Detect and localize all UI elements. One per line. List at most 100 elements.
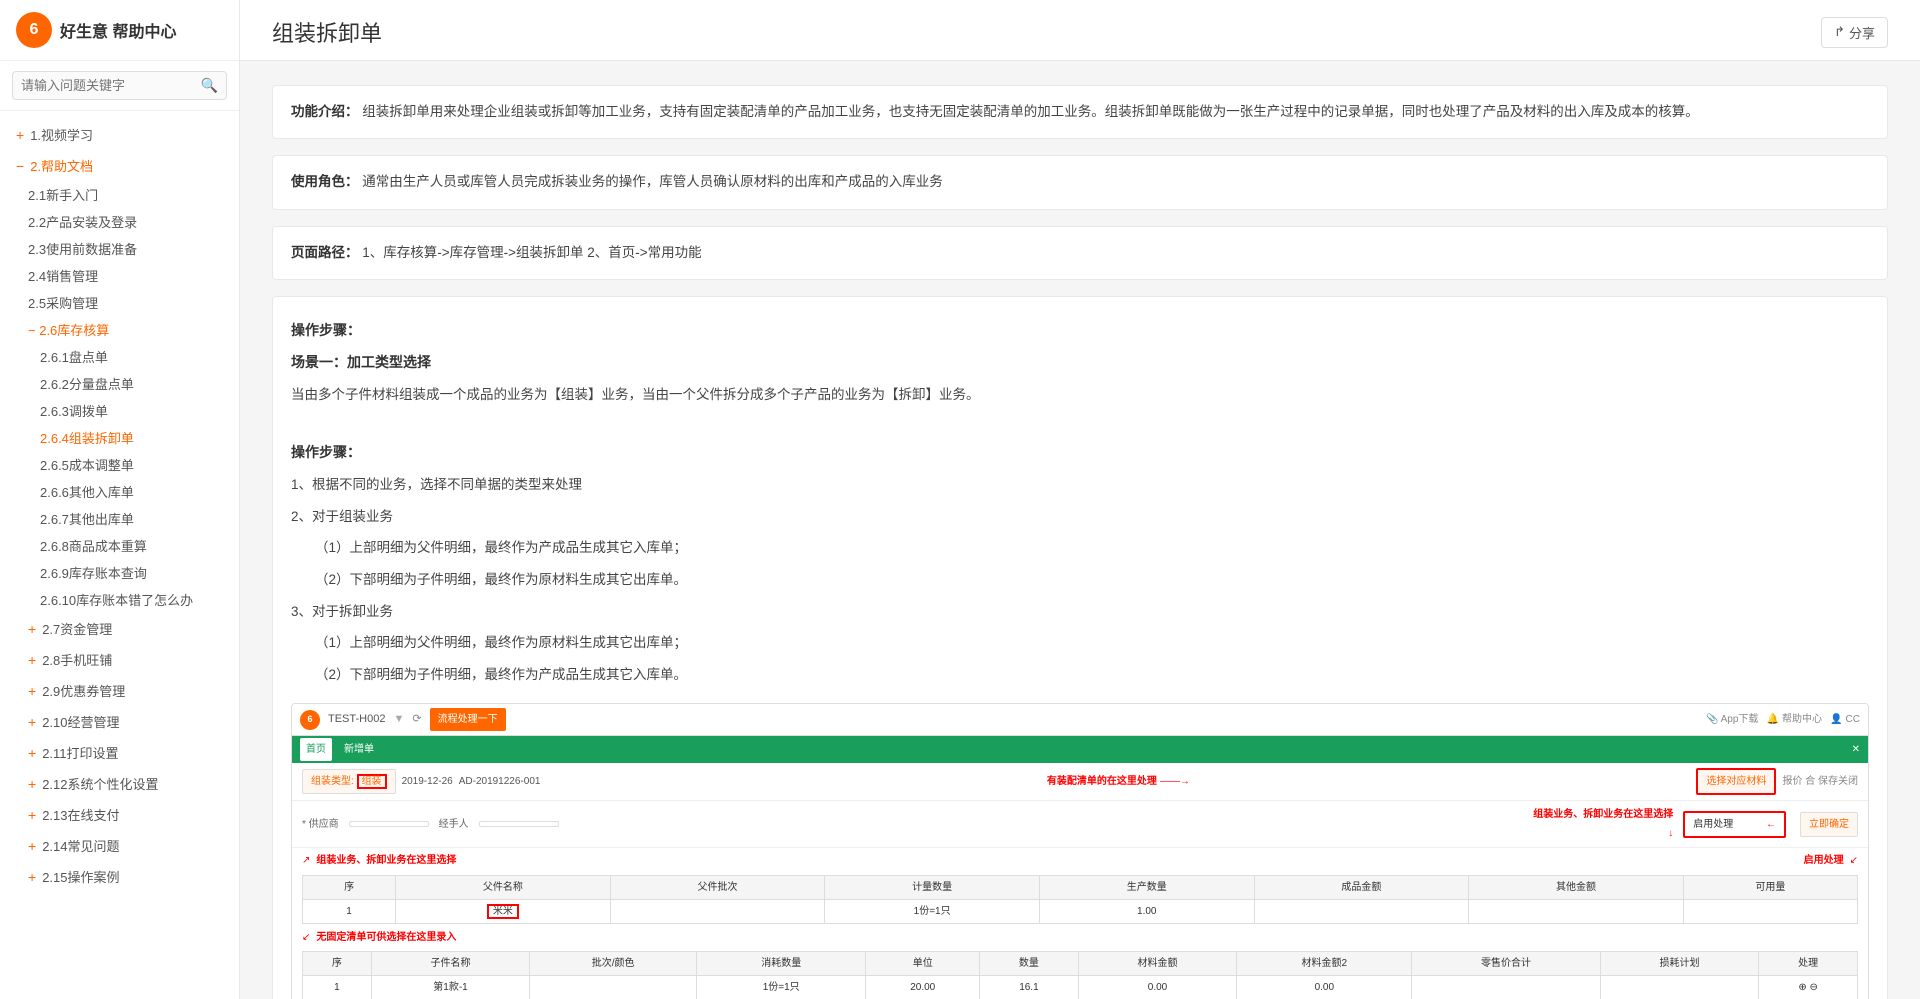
sim-confirm-btn[interactable]: 立即确定 [1800, 812, 1858, 837]
sidebar-item-22[interactable]: 2.2产品安装及登录 [0, 208, 239, 235]
sidebar-item-21[interactable]: 2.1新手入门 [0, 181, 239, 208]
sim-nav-home[interactable]: 首页 [300, 738, 332, 761]
sim-type-value: 组装 [357, 774, 387, 789]
role-block: 使用角色： 通常由生产人员或库管人员完成拆装业务的操作，库管人员确认原材料的出库… [272, 155, 1888, 209]
td-other-amt [1469, 900, 1684, 924]
sim-annotation1: 有装配清单的在这里处理 [1047, 776, 1157, 787]
path-label: 页面路径： [291, 245, 359, 260]
sidebar-item-2610[interactable]: 2.6.10库存账本错了怎么办 [0, 586, 239, 613]
sidebar-item-214[interactable]: + 2.14常见问题 [0, 830, 239, 861]
sim-top-bar: 6 TEST-H002 ▼ ⟳ 流程处理一下 📎 App下载 🔔 帮助中心 👤 … [292, 704, 1868, 736]
sidebar-item-210[interactable]: + 2.10经营管理 [0, 706, 239, 737]
sidebar-item-26[interactable]: − 2.6库存核算 [0, 316, 239, 343]
sim-supplier-input[interactable] [349, 821, 429, 827]
plus-icon-29: + [28, 683, 36, 699]
sim-upper-table-wrap: 序 父件名称 父件批次 计量数量 生产数量 成品金额 其他金额 可用量 [292, 873, 1868, 926]
sidebar-item-264[interactable]: 2.6.4组装拆卸单 [0, 424, 239, 451]
down-arrow-icon2: ↙ [302, 928, 310, 947]
sim-toolbar1: 组装类型: 组装 2019-12-26 AD-20191226-001 有装配清… [292, 763, 1868, 801]
lth-batch: 批次/颜色 [530, 952, 697, 976]
sidebar-item-23[interactable]: 2.3使用前数据准备 [0, 235, 239, 262]
lth-unit: 单位 [866, 952, 980, 976]
sim-annot2-wrap: 组装业务、拆卸业务在这里选择 ↓ [1533, 805, 1673, 843]
sidebar-item-262[interactable]: 2.6.2分量盘点单 [0, 370, 239, 397]
sim-date: 2019-12-26 [402, 772, 453, 791]
sim-nav-close[interactable]: ✕ [1852, 740, 1860, 759]
sim-annot4-text: 无固定清单可供选择在这里录入 [316, 928, 456, 947]
lth-child-name: 子件名称 [371, 952, 529, 976]
path-text: 1、库存核算->库存管理->组装拆卸单 2、首页->常用功能 [362, 245, 701, 260]
td-avail [1683, 900, 1857, 924]
sim-topright: 📎 App下载 🔔 帮助中心 👤 CC [1706, 710, 1860, 729]
sim-annot4-row: ↙ 无固定清单可供选择在这里录入 [292, 926, 1868, 949]
sidebar-item-269[interactable]: 2.6.9库存账本查询 [0, 559, 239, 586]
sim-annot3-box: 启用处理 ← [1683, 811, 1786, 838]
sidebar-item-25[interactable]: 2.5采购管理 [0, 289, 239, 316]
sidebar-item-video[interactable]: + 1.视频学习 [0, 119, 239, 150]
sim-dropdown-icon: ▼ [393, 709, 404, 730]
minus-icon: − [16, 158, 24, 174]
search-input[interactable] [21, 78, 201, 93]
td-seq: 1 [303, 900, 396, 924]
table-row: 1 米米 1份=1只 1.00 [303, 900, 1858, 924]
search-icon[interactable]: 🔍 [201, 77, 218, 94]
nav-tree: + 1.视频学习 − 2.帮助文档 2.1新手入门 2.2产品安装及登录 2.3… [0, 111, 239, 999]
sidebar-item-265[interactable]: 2.6.5成本调整单 [0, 451, 239, 478]
th-parent-name: 父件名称 [396, 876, 611, 900]
sim-handler-input[interactable] [479, 821, 559, 827]
sim-type-btn[interactable]: 组装类型: 组装 [302, 769, 396, 794]
plus-icon-211: + [28, 745, 36, 761]
sidebar-item-27[interactable]: + 2.7资金管理 [0, 613, 239, 644]
lth-qty: 数量 [980, 952, 1079, 976]
th-prod-qty: 生产数量 [1039, 876, 1254, 900]
sim-nav-new[interactable]: 新增单 [338, 738, 380, 761]
arrow-down-icon: ↓ [1668, 828, 1673, 839]
sidebar-item-215[interactable]: + 2.15操作案例 [0, 861, 239, 892]
sidebar-item-24[interactable]: 2.4销售管理 [0, 262, 239, 289]
share-button[interactable]: ↱ 分享 [1821, 17, 1888, 48]
plus-icon-212: + [28, 776, 36, 792]
sidebar-item-29[interactable]: + 2.9优惠券管理 [0, 675, 239, 706]
func-intro-text: 组装拆卸单用来处理企业组装或拆卸等加工业务，支持有固定装配清单的产品加工业务，也… [362, 104, 1699, 119]
step3-sub1: （1）上部明细为父件明细，最终作为原材料生成其它出库单； [291, 630, 1869, 656]
path-block: 页面路径： 1、库存核算->库存管理->组装拆卸单 2、首页->常用功能 [272, 226, 1888, 280]
func-intro-block: 功能介绍： 组装拆卸单用来处理企业组装或拆卸等加工业务，支持有固定装配清单的产品… [272, 85, 1888, 139]
down-arrow-icon: ↗ [302, 851, 310, 870]
plus-icon-27: + [28, 621, 36, 637]
arrow-annot3: ↙ [1850, 851, 1858, 870]
th-avail: 可用量 [1683, 876, 1857, 900]
sidebar-item-261[interactable]: 2.6.1盘点单 [0, 343, 239, 370]
sim-lower-table: 序 子件名称 批次/颜色 消耗数量 单位 数量 材料金额 材料金额2 零售价合计 [302, 951, 1858, 999]
func-intro-label: 功能介绍： [291, 104, 359, 119]
sim-process-btn[interactable]: 流程处理一下 [430, 708, 506, 731]
lth-handle: 处理 [1759, 952, 1858, 976]
th-other-amt: 其他金额 [1469, 876, 1684, 900]
sim-logo: 6 [300, 710, 320, 730]
plus-icon-215: + [28, 869, 36, 885]
sidebar-item-267[interactable]: 2.6.7其他出库单 [0, 505, 239, 532]
sidebar-item-211[interactable]: + 2.11打印设置 [0, 737, 239, 768]
sidebar-item-213[interactable]: + 2.13在线支付 [0, 799, 239, 830]
sim-annot2-row: ↗ 组装业务、拆卸业务在这里选择 启用处理 ↙ [292, 848, 1868, 873]
sidebar-item-212[interactable]: + 2.12系统个性化设置 [0, 768, 239, 799]
sim-annotation2: 组装业务、拆卸业务在这里选择 [1533, 809, 1673, 820]
sidebar-item-docs[interactable]: − 2.帮助文档 [0, 150, 239, 181]
ops-title: 操作步骤： [291, 317, 1869, 344]
lth-mat-amt2: 材料金额2 [1237, 952, 1412, 976]
plus-icon-210: + [28, 714, 36, 730]
lth-loss: 损耗计划 [1600, 952, 1758, 976]
sim-company: TEST-H002 [328, 709, 385, 730]
content-body: 功能介绍： 组装拆卸单用来处理企业组装或拆卸等加工业务，支持有固定装配清单的产品… [240, 61, 1920, 999]
role-text: 通常由生产人员或库管人员完成拆装业务的操作，库管人员确认原材料的出库和产成品的入… [362, 174, 943, 189]
td-prod-qty: 1.00 [1039, 900, 1254, 924]
sim-form-label1: * 供应商 [302, 815, 339, 834]
role-label: 使用角色： [291, 174, 359, 189]
sidebar-item-266[interactable]: 2.6.6其他入库单 [0, 478, 239, 505]
td-parent-name-highlight: 米米 [487, 904, 519, 919]
td-prod-amt [1254, 900, 1469, 924]
sidebar-item-263[interactable]: 2.6.3调拨单 [0, 397, 239, 424]
logo-area: 6 好生意 帮助中心 [0, 0, 239, 61]
sim-select-btn[interactable]: 选择对应材料 [1696, 768, 1776, 795]
sidebar-item-268[interactable]: 2.6.8商品成本重算 [0, 532, 239, 559]
sidebar-item-28[interactable]: + 2.8手机旺铺 [0, 644, 239, 675]
